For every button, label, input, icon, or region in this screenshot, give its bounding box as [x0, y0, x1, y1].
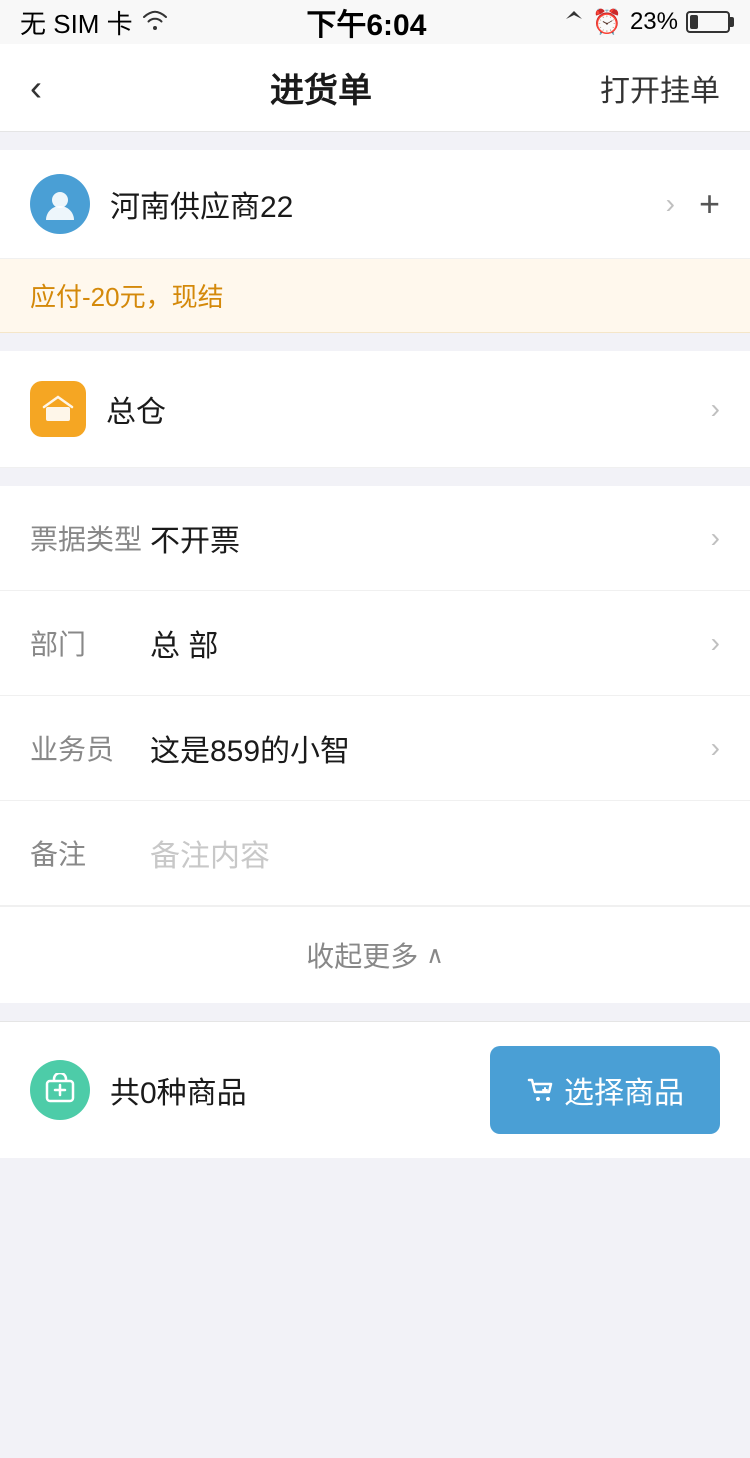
salesperson-value: 这是859的小智 [150, 726, 711, 770]
remark-row[interactable]: 备注 备注内容 [0, 801, 750, 906]
nav-bar: ‹ 进货单 打开挂单 [0, 44, 750, 132]
supplier-name: 河南供应商22 [110, 182, 666, 226]
salesperson-label: 业务员 [30, 728, 150, 768]
page-title: 进货单 [270, 63, 372, 112]
department-row[interactable]: 部门 总 部 › [0, 591, 750, 696]
status-left: 无 SIM 卡 [20, 4, 169, 41]
status-bar: 无 SIM 卡 下午6:04 ⏰ 23% [0, 0, 750, 44]
supplier-avatar [30, 174, 90, 234]
battery-icon [686, 11, 730, 33]
cart-icon [526, 1076, 554, 1104]
salesperson-chevron-icon: › [711, 732, 720, 764]
form-section: 票据类型 不开票 › 部门 总 部 › 业务员 这是859的小智 › 备注 备注… [0, 486, 750, 1003]
carrier-label: 无 SIM 卡 [20, 4, 133, 41]
alarm-icon: ⏰ [592, 8, 622, 37]
select-product-label: 选择商品 [564, 1068, 684, 1112]
supplier-row[interactable]: 河南供应商22 › + [0, 150, 750, 259]
status-right: ⏰ 23% [564, 8, 730, 37]
warehouse-chevron-icon: › [711, 393, 720, 425]
add-supplier-button[interactable]: + [699, 183, 720, 225]
department-label: 部门 [30, 623, 150, 663]
salesperson-row[interactable]: 业务员 这是859的小智 › [0, 696, 750, 801]
warehouse-icon [30, 381, 86, 437]
bill-type-value: 不开票 [150, 516, 711, 560]
product-icon [30, 1060, 90, 1120]
warning-text: 应付-20元，现结 [30, 282, 224, 312]
back-button[interactable]: ‹ [30, 67, 42, 109]
warehouse-label: 总仓 [106, 387, 711, 431]
select-product-button[interactable]: 选择商品 [490, 1046, 720, 1134]
divider-3 [0, 1003, 750, 1021]
location-icon [564, 8, 584, 36]
open-pending-button[interactable]: 打开挂单 [600, 66, 720, 110]
supplier-section: 河南供应商22 › + 应付-20元，现结 [0, 150, 750, 333]
warning-banner: 应付-20元，现结 [0, 259, 750, 333]
collapse-label: 收起更多 [306, 935, 418, 975]
warehouse-section: 总仓 › [0, 351, 750, 468]
remark-label: 备注 [30, 833, 150, 873]
department-value: 总 部 [150, 621, 711, 665]
department-chevron-icon: › [711, 627, 720, 659]
divider-1 [0, 333, 750, 351]
remark-input[interactable]: 备注内容 [150, 831, 720, 875]
collapse-icon: ∧ [426, 941, 444, 970]
wifi-icon [141, 8, 169, 36]
divider-2 [0, 468, 750, 486]
gray-background [0, 1158, 750, 1458]
bill-type-label: 票据类型 [30, 518, 150, 558]
bill-type-row[interactable]: 票据类型 不开票 › [0, 486, 750, 591]
collapse-row[interactable]: 收起更多 ∧ [0, 906, 750, 1003]
bottom-bar: 共0种商品 选择商品 [0, 1021, 750, 1158]
product-count: 共0种商品 [110, 1068, 490, 1112]
bill-type-chevron-icon: › [711, 522, 720, 554]
supplier-chevron-icon: › [666, 188, 675, 220]
status-time: 下午6:04 [306, 0, 426, 44]
divider-top [0, 132, 750, 150]
battery-percent: 23% [630, 8, 678, 36]
warehouse-row[interactable]: 总仓 › [0, 351, 750, 468]
